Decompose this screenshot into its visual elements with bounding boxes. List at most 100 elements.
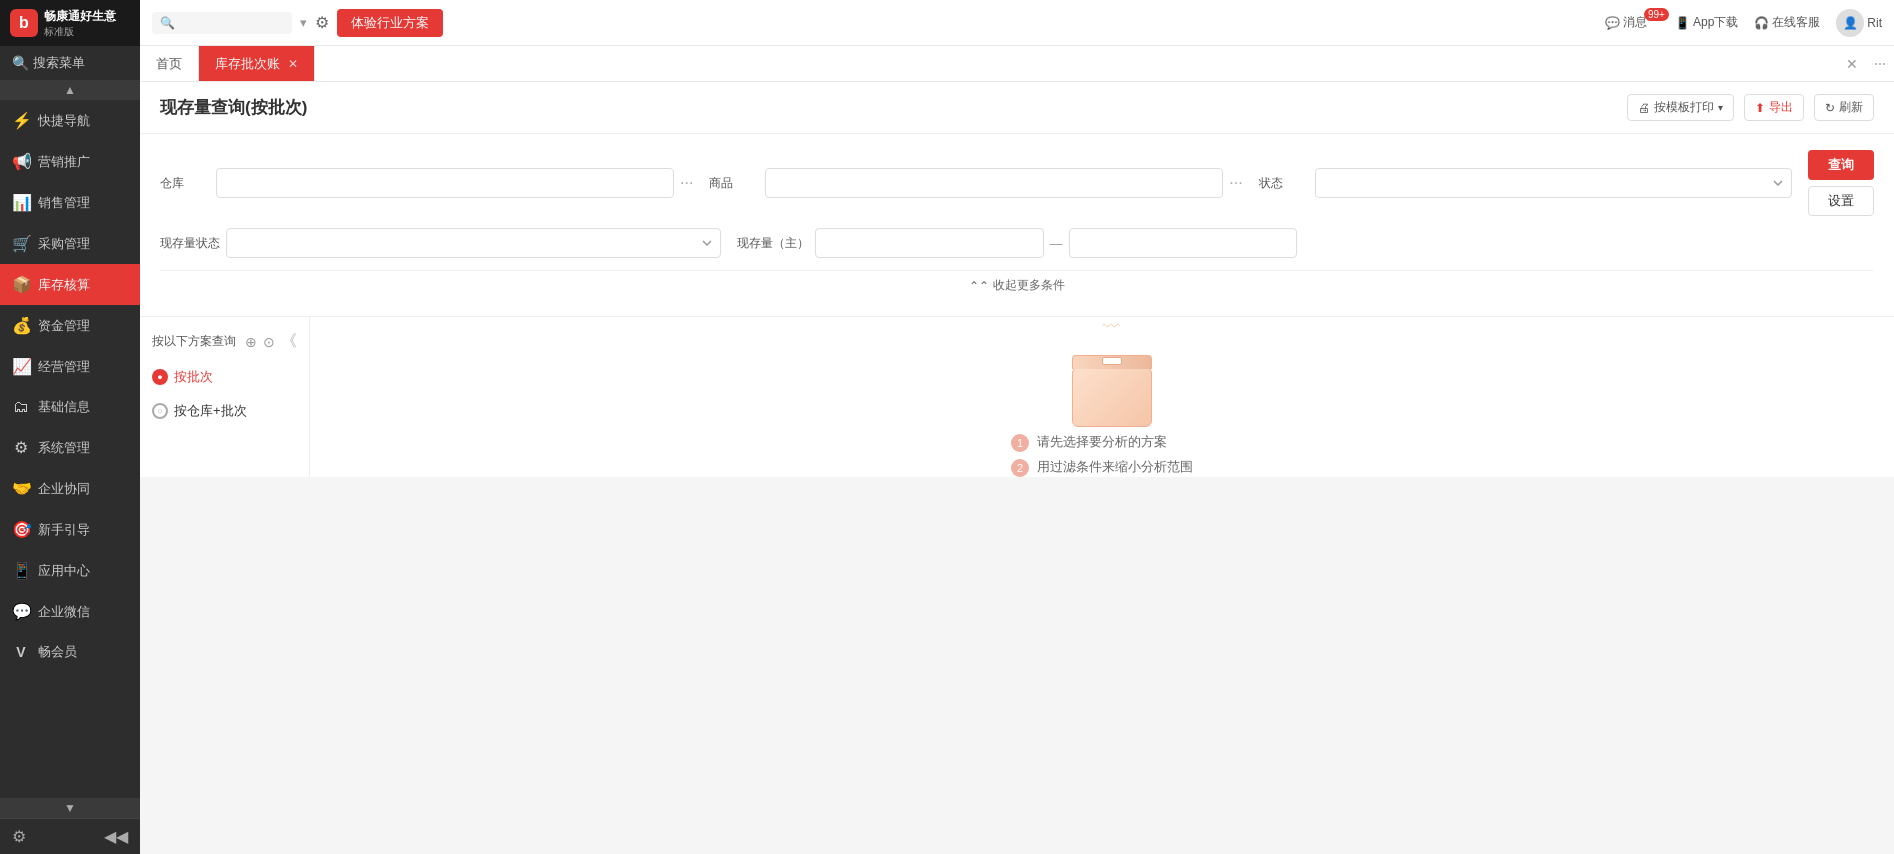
- sidebar-item-newbie[interactable]: 🎯 新手引导: [0, 509, 140, 550]
- chevron-up-icon: ⌃⌃: [969, 279, 989, 293]
- sidebar-scroll-down[interactable]: ▼: [0, 798, 140, 818]
- sales-icon: 📊: [12, 193, 30, 212]
- sidebar-header: b 畅康通好生意 标准版: [0, 0, 140, 46]
- empty-step-2: 2 用过滤条件来缩小分析范围: [1011, 458, 1193, 477]
- topbar-search-box[interactable]: 🔍: [152, 12, 292, 34]
- page-header-actions: 🖨 按模板打印 ▾ ⬆ 导出 ↻ 刷新: [1627, 94, 1874, 121]
- step-1-num: 1: [1011, 434, 1029, 452]
- inventory-main-max-input[interactable]: [1069, 228, 1298, 258]
- scheme-panel: 按以下方案查询 ⊕ ⊙ 《 ● 按批次 ○ 按仓库+批次: [140, 317, 310, 477]
- tab-batch-account[interactable]: 库存批次账 ✕: [199, 46, 315, 81]
- template-print-label: 按模板打印: [1654, 99, 1714, 116]
- product-label: 商品: [709, 175, 759, 192]
- status-label: 状态: [1259, 175, 1309, 192]
- empty-illustration: 〰: [1052, 317, 1152, 417]
- settings-icon[interactable]: ⚙: [12, 827, 26, 846]
- settings-btn[interactable]: 设置: [1808, 186, 1874, 216]
- sidebar-item-operations[interactable]: 📈 经营管理: [0, 346, 140, 387]
- sidebar-item-members[interactable]: V 畅会员: [0, 632, 140, 672]
- export-icon: ⬆: [1755, 101, 1765, 115]
- refresh-btn[interactable]: ↻ 刷新: [1814, 94, 1874, 121]
- topbar-dropdown-icon[interactable]: ▾: [300, 15, 307, 30]
- sidebar-item-enterprise[interactable]: 🤝 企业协同: [0, 468, 140, 509]
- brand-edition: 标准版: [44, 25, 116, 39]
- sidebar-scroll-up[interactable]: ▲: [0, 80, 140, 100]
- panel-more-btn[interactable]: ⋯: [1866, 46, 1894, 82]
- sidebar-item-sales[interactable]: 📊 销售管理: [0, 182, 140, 223]
- product-more-icon[interactable]: ···: [1229, 174, 1242, 192]
- sidebar-item-label: 经营管理: [38, 358, 90, 376]
- manage-scheme-icon[interactable]: ⊙: [263, 334, 275, 350]
- sidebar-item-app-center[interactable]: 📱 应用中心: [0, 550, 140, 591]
- tab-close-icon[interactable]: ✕: [288, 57, 298, 71]
- tabbar: 首页 库存批次账 ✕ ✕ ⋯: [140, 46, 1894, 82]
- online-service-label: 在线客服: [1772, 14, 1820, 31]
- purchase-icon: 🛒: [12, 234, 30, 253]
- sidebar-item-basic[interactable]: 🗂 基础信息: [0, 387, 140, 427]
- scheme-item-by-warehouse-batch[interactable]: ○ 按仓库+批次: [140, 394, 309, 428]
- filter-inventory-main: 现存量（主） —: [737, 228, 1298, 258]
- sidebar-item-corp-wechat[interactable]: 💬 企业微信: [0, 591, 140, 632]
- sidebar-item-system[interactable]: ⚙ 系统管理: [0, 427, 140, 468]
- collapse-scheme-icon[interactable]: 《: [281, 331, 297, 352]
- message-badge: 99+: [1644, 8, 1669, 21]
- download-icon: 📱: [1675, 16, 1690, 30]
- collapse-icon[interactable]: ◀◀: [104, 827, 128, 846]
- filter-warehouse: 仓库 ···: [160, 168, 693, 198]
- sidebar-item-purchase[interactable]: 🛒 采购管理: [0, 223, 140, 264]
- sidebar-footer: ⚙ ◀◀: [0, 818, 140, 854]
- filter-product: 商品 ···: [709, 168, 1242, 198]
- user-avatar: 👤: [1836, 9, 1864, 37]
- app-download-label: App下载: [1693, 14, 1738, 31]
- topbar-gear-icon[interactable]: ⚙: [315, 13, 329, 32]
- close-panel-btn[interactable]: ✕: [1838, 46, 1866, 82]
- user-name: Rit: [1867, 16, 1882, 30]
- experience-btn[interactable]: 体验行业方案: [337, 9, 443, 37]
- page-title: 现存量查询(按批次): [160, 96, 307, 119]
- sidebar-nav: ⚡ 快捷导航 📢 营销推广 📊 销售管理 🛒 采购管理 📦 库存核算 💰 资金管…: [0, 100, 140, 798]
- filter-inventory-status: 现存量状态: [160, 228, 721, 258]
- product-input[interactable]: [765, 168, 1223, 198]
- warehouse-input[interactable]: [216, 168, 674, 198]
- main-area: 🔍 ▾ ⚙ 体验行业方案 💬 消息 99+ 📱 App下载 🎧 在线客服 👤 R: [140, 0, 1894, 854]
- sidebar-item-finance[interactable]: 💰 资金管理: [0, 305, 140, 346]
- refresh-label: 刷新: [1839, 99, 1863, 116]
- export-btn[interactable]: ⬆ 导出: [1744, 94, 1804, 121]
- topbar-right: 💬 消息 99+ 📱 App下载 🎧 在线客服 👤 Rit: [1605, 9, 1882, 37]
- page-content: 现存量查询(按批次) 🖨 按模板打印 ▾ ⬆ 导出 ↻ 刷新: [140, 82, 1894, 854]
- sidebar-item-quick-nav[interactable]: ⚡ 快捷导航: [0, 100, 140, 141]
- basic-icon: 🗂: [12, 398, 30, 416]
- content-body: 按以下方案查询 ⊕ ⊙ 《 ● 按批次 ○ 按仓库+批次: [140, 317, 1894, 477]
- filter-status: 状态: [1259, 168, 1792, 198]
- sidebar-item-label: 新手引导: [38, 521, 90, 539]
- message-btn[interactable]: 💬 消息 99+: [1605, 14, 1659, 31]
- template-print-btn[interactable]: 🖨 按模板打印 ▾: [1627, 94, 1734, 121]
- inventory-status-select[interactable]: [226, 228, 721, 258]
- scheme-panel-actions: ⊕ ⊙ 《: [245, 331, 297, 352]
- topbar: 🔍 ▾ ⚙ 体验行业方案 💬 消息 99+ 📱 App下载 🎧 在线客服 👤 R: [140, 0, 1894, 46]
- warehouse-more-icon[interactable]: ···: [680, 174, 693, 192]
- quick-nav-icon: ⚡: [12, 111, 30, 130]
- scheme-item-by-batch-label: 按批次: [174, 368, 213, 386]
- tab-home[interactable]: 首页: [140, 46, 199, 81]
- scheme-item-by-warehouse-batch-label: 按仓库+批次: [174, 402, 247, 420]
- step-2-num: 2: [1011, 459, 1029, 477]
- app-download-btn[interactable]: 📱 App下载: [1675, 14, 1738, 31]
- user-avatar-area[interactable]: 👤 Rit: [1836, 9, 1882, 37]
- scheme-item-by-batch[interactable]: ● 按批次: [140, 360, 309, 394]
- sidebar-item-label: 快捷导航: [38, 112, 90, 130]
- search-menu[interactable]: 🔍 搜索菜单: [0, 46, 140, 80]
- filter-row-2: 现存量状态 现存量（主） —: [160, 228, 1874, 258]
- query-btn[interactable]: 查询: [1808, 150, 1874, 180]
- online-service-btn[interactable]: 🎧 在线客服: [1754, 14, 1820, 31]
- collapse-more-btn[interactable]: ⌃⌃ 收起更多条件: [160, 270, 1874, 300]
- sidebar-item-label: 系统管理: [38, 439, 90, 457]
- sidebar-item-inventory[interactable]: 📦 库存核算: [0, 264, 140, 305]
- add-scheme-icon[interactable]: ⊕: [245, 334, 257, 350]
- tab-batch-account-label: 库存批次账: [215, 55, 280, 73]
- sidebar-item-marketing[interactable]: 📢 营销推广: [0, 141, 140, 182]
- inventory-main-min-input[interactable]: [815, 228, 1044, 258]
- enterprise-icon: 🤝: [12, 479, 30, 498]
- search-menu-label: 搜索菜单: [33, 54, 85, 72]
- status-select[interactable]: [1315, 168, 1792, 198]
